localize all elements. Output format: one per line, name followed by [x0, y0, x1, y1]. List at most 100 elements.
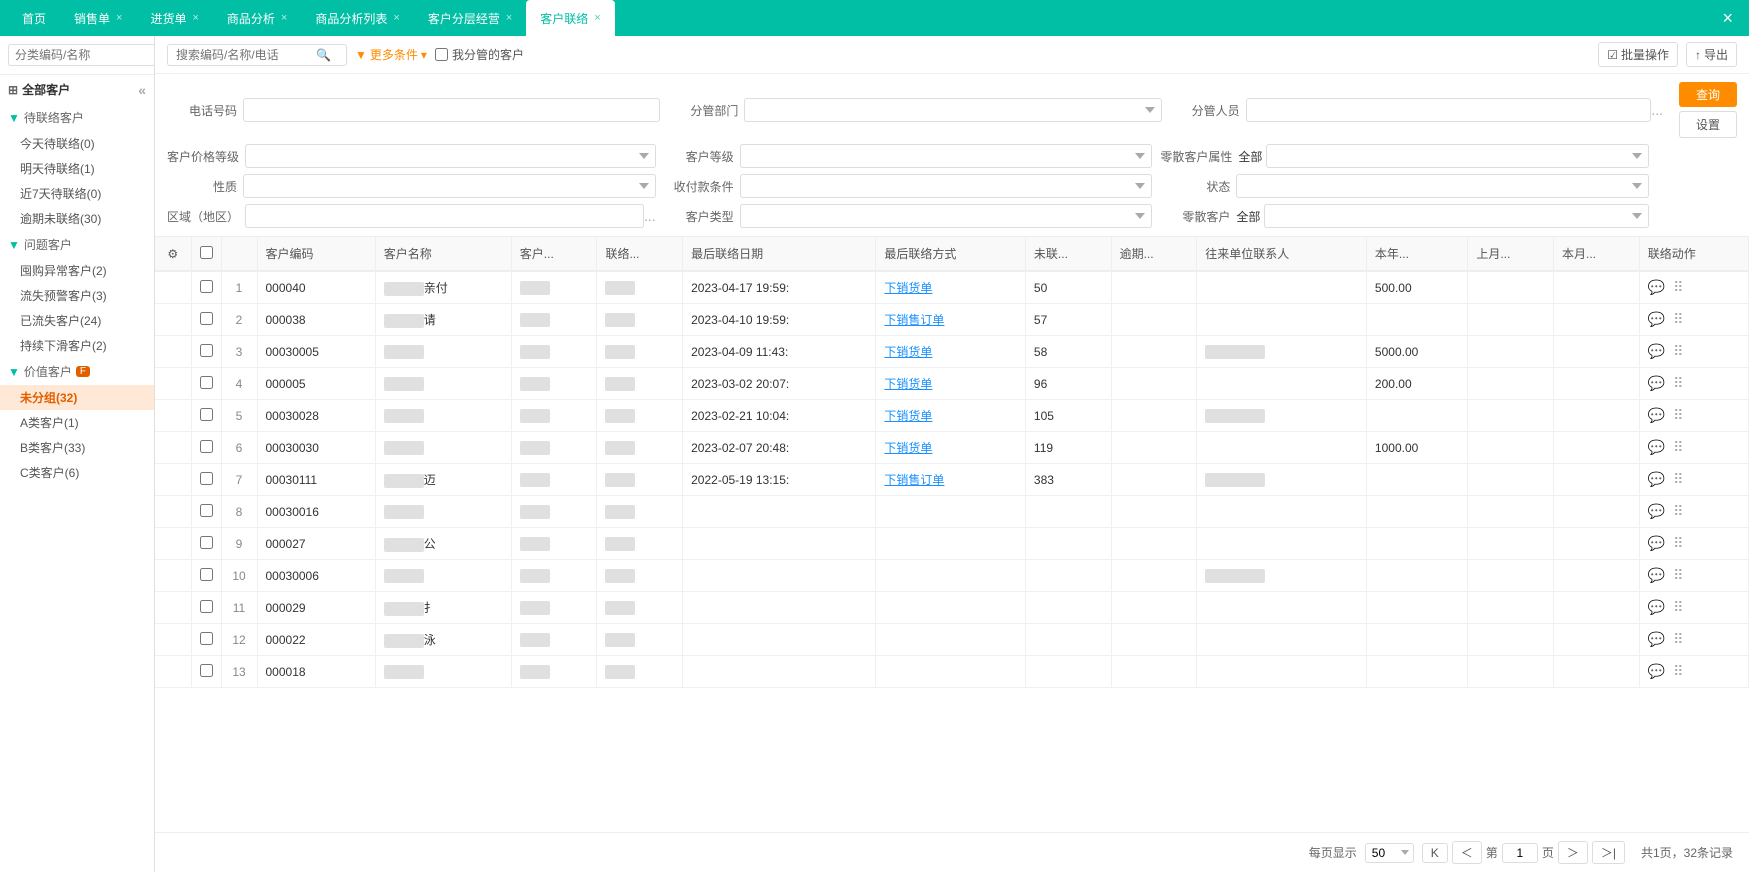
- row-checkbox-8[interactable]: [200, 536, 213, 549]
- sidebar-search-input[interactable]: [8, 44, 155, 66]
- th-this-month[interactable]: 本月...: [1554, 237, 1640, 271]
- region-input[interactable]: [245, 204, 644, 228]
- row-checkbox-4[interactable]: [200, 408, 213, 421]
- nav-tab-sales[interactable]: 销售单 ×: [60, 0, 136, 36]
- window-close-button[interactable]: ×: [1714, 8, 1741, 29]
- th-customer-type[interactable]: 客户...: [511, 237, 597, 271]
- close-product-analysis-tab-icon[interactable]: ×: [281, 12, 287, 24]
- more-action-icon-9[interactable]: ⠿: [1673, 567, 1683, 584]
- contact-icon-12[interactable]: 💬: [1648, 663, 1665, 680]
- nav-tab-customer-tier[interactable]: 客户分层经营 ×: [414, 0, 526, 36]
- contact-icon-4[interactable]: 💬: [1648, 407, 1665, 424]
- more-action-icon-8[interactable]: ⠿: [1673, 535, 1683, 552]
- pending-contact-section[interactable]: ▼ 待联络客户: [0, 104, 154, 131]
- batch-operation-button[interactable]: ☑ 批量操作: [1598, 42, 1678, 67]
- th-settings[interactable]: ⚙: [155, 237, 191, 271]
- sidebar-item-class-c[interactable]: C类客户(6): [0, 460, 154, 485]
- sidebar-item-churn-warning[interactable]: 流失预警客户(3): [0, 283, 154, 308]
- th-contact[interactable]: 联络...: [597, 237, 683, 271]
- nav-tab-home[interactable]: 首页: [8, 0, 60, 36]
- my-customers-checkbox-area[interactable]: 我分管的客户: [435, 46, 524, 63]
- sidebar-item-churned[interactable]: 已流失客户(24): [0, 308, 154, 333]
- more-action-icon-7[interactable]: ⠿: [1673, 503, 1683, 520]
- row-checkbox-7[interactable]: [200, 504, 213, 517]
- more-action-icon-10[interactable]: ⠿: [1673, 599, 1683, 616]
- contact-icon-7[interactable]: 💬: [1648, 503, 1665, 520]
- more-action-icon-12[interactable]: ⠿: [1673, 663, 1683, 680]
- next-page-button[interactable]: ＞: [1558, 841, 1588, 864]
- row-checkbox-3[interactable]: [200, 376, 213, 389]
- more-action-icon-1[interactable]: ⠿: [1673, 311, 1683, 328]
- payment-select[interactable]: [740, 174, 1153, 198]
- row-checkbox-9[interactable]: [200, 568, 213, 581]
- close-customer-tier-tab-icon[interactable]: ×: [506, 12, 512, 24]
- select-all-checkbox[interactable]: [200, 246, 213, 259]
- collapse-sidebar-button[interactable]: «: [138, 82, 146, 98]
- nav-tab-product-analysis[interactable]: 商品分析 ×: [213, 0, 301, 36]
- sidebar-item-ungrouped[interactable]: 未分组(32): [0, 385, 154, 410]
- th-customer-code[interactable]: 客户编码: [257, 237, 375, 271]
- row-checkbox-1[interactable]: [200, 312, 213, 325]
- th-last-contact-date[interactable]: 最后联络日期: [683, 237, 876, 271]
- customer-grade-select[interactable]: [740, 144, 1153, 168]
- status-select[interactable]: [1236, 174, 1649, 198]
- row-checkbox-0[interactable]: [200, 280, 213, 293]
- more-action-icon-11[interactable]: ⠿: [1673, 631, 1683, 648]
- contact-icon-10[interactable]: 💬: [1648, 599, 1665, 616]
- contact-icon-8[interactable]: 💬: [1648, 535, 1665, 552]
- contact-icon-2[interactable]: 💬: [1648, 343, 1665, 360]
- more-action-icon-3[interactable]: ⠿: [1673, 375, 1683, 392]
- contact-icon-5[interactable]: 💬: [1648, 439, 1665, 456]
- sidebar-item-class-a[interactable]: A类客户(1): [0, 410, 154, 435]
- last-page-button[interactable]: ＞|: [1592, 841, 1625, 864]
- export-button[interactable]: ↑ 导出: [1686, 42, 1737, 67]
- close-customer-contact-tab-icon[interactable]: ×: [594, 12, 600, 24]
- th-last-month[interactable]: 上月...: [1468, 237, 1554, 271]
- page-number-input[interactable]: [1502, 843, 1538, 863]
- more-action-icon-0[interactable]: ⠿: [1673, 279, 1683, 296]
- price-grade-select[interactable]: [245, 144, 656, 168]
- nav-tab-customer-contact[interactable]: 客户联络 ×: [526, 0, 614, 36]
- row-checkbox-2[interactable]: [200, 344, 213, 357]
- more-action-icon-6[interactable]: ⠿: [1673, 471, 1683, 488]
- contact-icon-9[interactable]: 💬: [1648, 567, 1665, 584]
- problem-customers-section[interactable]: ▼ 问题客户: [0, 231, 154, 258]
- phone-input[interactable]: [243, 98, 660, 122]
- region-more-icon[interactable]: ...: [644, 208, 656, 224]
- th-this-year[interactable]: 本年...: [1366, 237, 1467, 271]
- sidebar-item-tomorrow-pending[interactable]: 明天待联络(1): [0, 156, 154, 181]
- contact-icon-3[interactable]: 💬: [1648, 375, 1665, 392]
- row-checkbox-5[interactable]: [200, 440, 213, 453]
- all-customers-header[interactable]: ⊞ 全部客户 «: [0, 75, 154, 104]
- query-button[interactable]: 查询: [1679, 82, 1737, 107]
- retail-attr-select[interactable]: [1266, 144, 1649, 168]
- more-action-icon-2[interactable]: ⠿: [1673, 343, 1683, 360]
- first-page-button[interactable]: K: [1422, 843, 1448, 863]
- contact-icon-0[interactable]: 💬: [1648, 279, 1665, 296]
- close-sales-tab-icon[interactable]: ×: [116, 12, 122, 24]
- dept-select[interactable]: [744, 98, 1161, 122]
- close-purchase-tab-icon[interactable]: ×: [192, 12, 198, 24]
- row-checkbox-10[interactable]: [200, 600, 213, 613]
- sidebar-item-today-pending[interactable]: 今天待联络(0): [0, 131, 154, 156]
- retail-customer-select[interactable]: [1264, 204, 1649, 228]
- more-action-icon-4[interactable]: ⠿: [1673, 407, 1683, 424]
- th-last-contact-method[interactable]: 最后联络方式: [876, 237, 1026, 271]
- th-not-contacted[interactable]: 未联...: [1025, 237, 1111, 271]
- contact-icon-6[interactable]: 💬: [1648, 471, 1665, 488]
- sidebar-item-abnormal[interactable]: 囤购异常客户(2): [0, 258, 154, 283]
- reset-button[interactable]: 设置: [1679, 111, 1737, 138]
- prev-page-button[interactable]: ＜: [1452, 841, 1482, 864]
- manager-more-icon[interactable]: ...: [1651, 102, 1663, 118]
- th-action[interactable]: 联络动作: [1639, 237, 1748, 271]
- my-customers-checkbox[interactable]: [435, 48, 448, 61]
- th-overdue[interactable]: 逾期...: [1111, 237, 1197, 271]
- more-conditions-button[interactable]: ▼ 更多条件 ▾: [355, 46, 427, 63]
- more-action-icon-5[interactable]: ⠿: [1673, 439, 1683, 456]
- page-size-select[interactable]: 10 20 50 100: [1365, 843, 1414, 863]
- contact-icon-11[interactable]: 💬: [1648, 631, 1665, 648]
- th-customer-name[interactable]: 客户名称: [375, 237, 511, 271]
- sidebar-item-declining[interactable]: 持续下滑客户(2): [0, 333, 154, 358]
- nav-tab-product-list[interactable]: 商品分析列表 ×: [301, 0, 413, 36]
- sidebar-item-overdue-contact[interactable]: 逾期未联络(30): [0, 206, 154, 231]
